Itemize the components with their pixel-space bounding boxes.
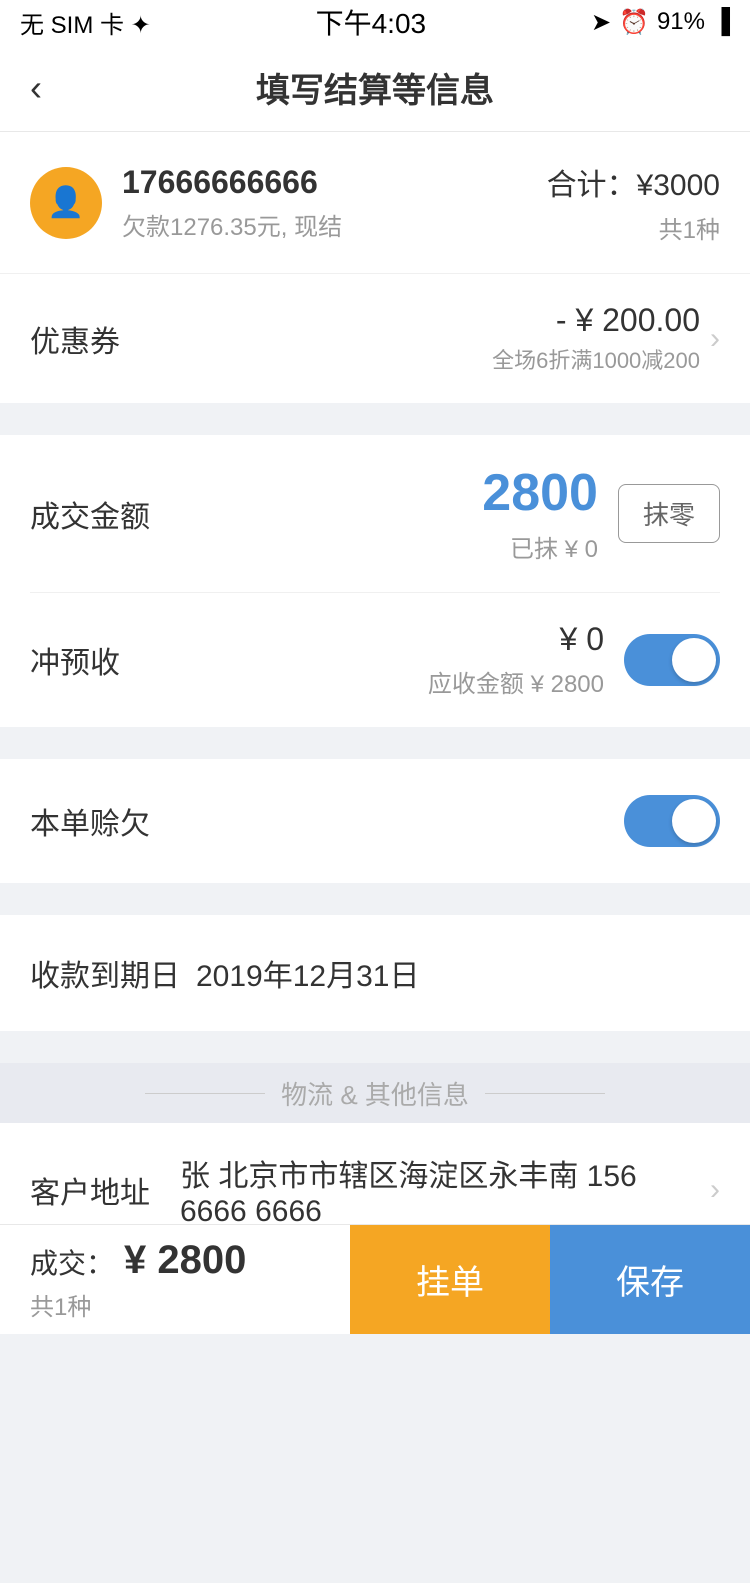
coupon-discount: - ¥ 200.00 bbox=[492, 302, 700, 339]
status-left: 无 SIM 卡 ✦ bbox=[20, 5, 151, 40]
address-value: 张 北京市市辖区海淀区永丰南 156 6666 6666 bbox=[180, 1151, 710, 1229]
deal-amount-row: 成交金额 2800 已抹 ¥ 0 抹零 bbox=[30, 435, 720, 593]
back-button[interactable]: ‹ bbox=[30, 67, 42, 109]
bottom-deal-label: 成交： bbox=[30, 1242, 114, 1282]
deal-amount-label: 成交金额 bbox=[30, 492, 150, 536]
coupon-label: 优惠券 bbox=[30, 317, 120, 361]
hold-button[interactable]: 挂单 bbox=[350, 1225, 550, 1334]
divider-4 bbox=[0, 1047, 750, 1063]
prepay-row: 冲预收 ¥ 0 应收金额 ¥ 2800 bbox=[30, 593, 720, 727]
duedate-row: 收款到期日 2019年12月31日 bbox=[30, 915, 720, 1031]
bottom-deal: 成交： ¥ 2800 bbox=[30, 1238, 320, 1283]
save-button[interactable]: 保存 bbox=[550, 1225, 750, 1334]
deal-amount-value: 2800 bbox=[482, 463, 598, 523]
status-bar: 无 SIM 卡 ✦ 下午4:03 ➤ ⏰ 91% ▐ bbox=[0, 0, 750, 44]
bottom-summary: 成交： ¥ 2800 共1种 bbox=[0, 1238, 350, 1322]
page-title: 填写结算等信息 bbox=[256, 63, 494, 112]
coupon-row[interactable]: 优惠券 - ¥ 200.00 全场6折满1000减200 › bbox=[0, 273, 750, 403]
battery-icon: ▐ bbox=[713, 8, 730, 36]
customer-info: 17666666666 欠款1276.35元, 现结 bbox=[122, 164, 342, 242]
divider-3 bbox=[0, 899, 750, 915]
logistics-line-left bbox=[145, 1093, 265, 1094]
coupon-value: - ¥ 200.00 全场6折满1000减200 bbox=[492, 302, 700, 375]
bottom-deal-amount: ¥ 2800 bbox=[124, 1238, 246, 1283]
address-right: 张 北京市市辖区海淀区永丰南 156 6666 6666 › bbox=[180, 1151, 720, 1229]
alarm-icon: ⏰ bbox=[619, 8, 649, 37]
logistics-divider: 物流 & 其他信息 bbox=[0, 1063, 750, 1123]
prepay-value: ¥ 0 应收金额 ¥ 2800 bbox=[428, 621, 604, 699]
toggle-thumb bbox=[672, 638, 716, 682]
status-time: 下午4:03 bbox=[316, 2, 427, 42]
amount-section: 成交金额 2800 已抹 ¥ 0 抹零 冲预收 ¥ 0 应收金额 ¥ 2800 bbox=[0, 435, 750, 727]
customer-phone: 17666666666 bbox=[122, 164, 342, 201]
logistics-label: 物流 & 其他信息 bbox=[281, 1075, 469, 1112]
debt-toggle-thumb bbox=[672, 799, 716, 843]
debt-section: 本单赊欠 bbox=[0, 759, 750, 883]
address-label: 客户地址 bbox=[30, 1168, 150, 1212]
status-right: ➤ ⏰ 91% ▐ bbox=[591, 8, 730, 37]
prepay-right: ¥ 0 应收金额 ¥ 2800 bbox=[428, 621, 720, 699]
customer-left: 👤 17666666666 欠款1276.35元, 现结 bbox=[30, 164, 342, 242]
address-chevron-icon: › bbox=[710, 1173, 720, 1207]
avatar-icon: 👤 bbox=[47, 185, 84, 220]
bottom-bar: 成交： ¥ 2800 共1种 挂单 保存 bbox=[0, 1224, 750, 1334]
prepay-amount: ¥ 0 bbox=[428, 621, 604, 658]
avatar: 👤 bbox=[30, 167, 102, 239]
debt-toggle[interactable] bbox=[624, 795, 720, 847]
duedate-value: 2019年12月31日 bbox=[196, 951, 419, 995]
bottom-buttons: 挂单 保存 bbox=[350, 1225, 750, 1334]
customer-debt: 欠款1276.35元, 现结 bbox=[122, 207, 342, 242]
bottom-spacer bbox=[0, 1473, 750, 1583]
prepay-sub: 应收金额 ¥ 2800 bbox=[428, 664, 604, 699]
prepay-toggle[interactable] bbox=[624, 634, 720, 686]
nav-bar: ‹ 填写结算等信息 bbox=[0, 44, 750, 132]
deal-amount-right: 2800 已抹 ¥ 0 抹零 bbox=[482, 463, 720, 564]
divider-1 bbox=[0, 419, 750, 435]
round-zero-button[interactable]: 抹零 bbox=[618, 484, 720, 543]
debt-row: 本单赊欠 bbox=[30, 759, 720, 883]
total-amount: 合计：¥3000 bbox=[547, 160, 720, 204]
sim-status: 无 SIM 卡 ✦ bbox=[20, 5, 151, 40]
logistics-text: 物流 & 其他信息 bbox=[145, 1075, 605, 1112]
location-icon: ➤ bbox=[591, 8, 611, 37]
battery-level: 91% bbox=[657, 8, 705, 36]
debt-label: 本单赊欠 bbox=[30, 799, 150, 843]
deal-amount-sub: 已抹 ¥ 0 bbox=[482, 529, 598, 564]
bottom-count: 共1种 bbox=[30, 1287, 320, 1322]
divider-2 bbox=[0, 743, 750, 759]
total-count: 共1种 bbox=[547, 210, 720, 245]
duedate-label: 收款到期日 bbox=[30, 951, 180, 995]
logistics-line-right bbox=[485, 1093, 605, 1094]
customer-section: 👤 17666666666 欠款1276.35元, 现结 合计：¥3000 共1… bbox=[0, 132, 750, 403]
customer-right: 合计：¥3000 共1种 bbox=[547, 160, 720, 245]
chevron-right-icon: › bbox=[710, 322, 720, 356]
coupon-desc: 全场6折满1000减200 bbox=[492, 343, 700, 375]
customer-row: 👤 17666666666 欠款1276.35元, 现结 合计：¥3000 共1… bbox=[0, 132, 750, 273]
prepay-label: 冲预收 bbox=[30, 638, 120, 682]
coupon-right: - ¥ 200.00 全场6折满1000减200 › bbox=[492, 302, 720, 375]
duedate-section: 收款到期日 2019年12月31日 bbox=[0, 915, 750, 1031]
deal-amount-value-wrapper: 2800 已抹 ¥ 0 bbox=[482, 463, 598, 564]
